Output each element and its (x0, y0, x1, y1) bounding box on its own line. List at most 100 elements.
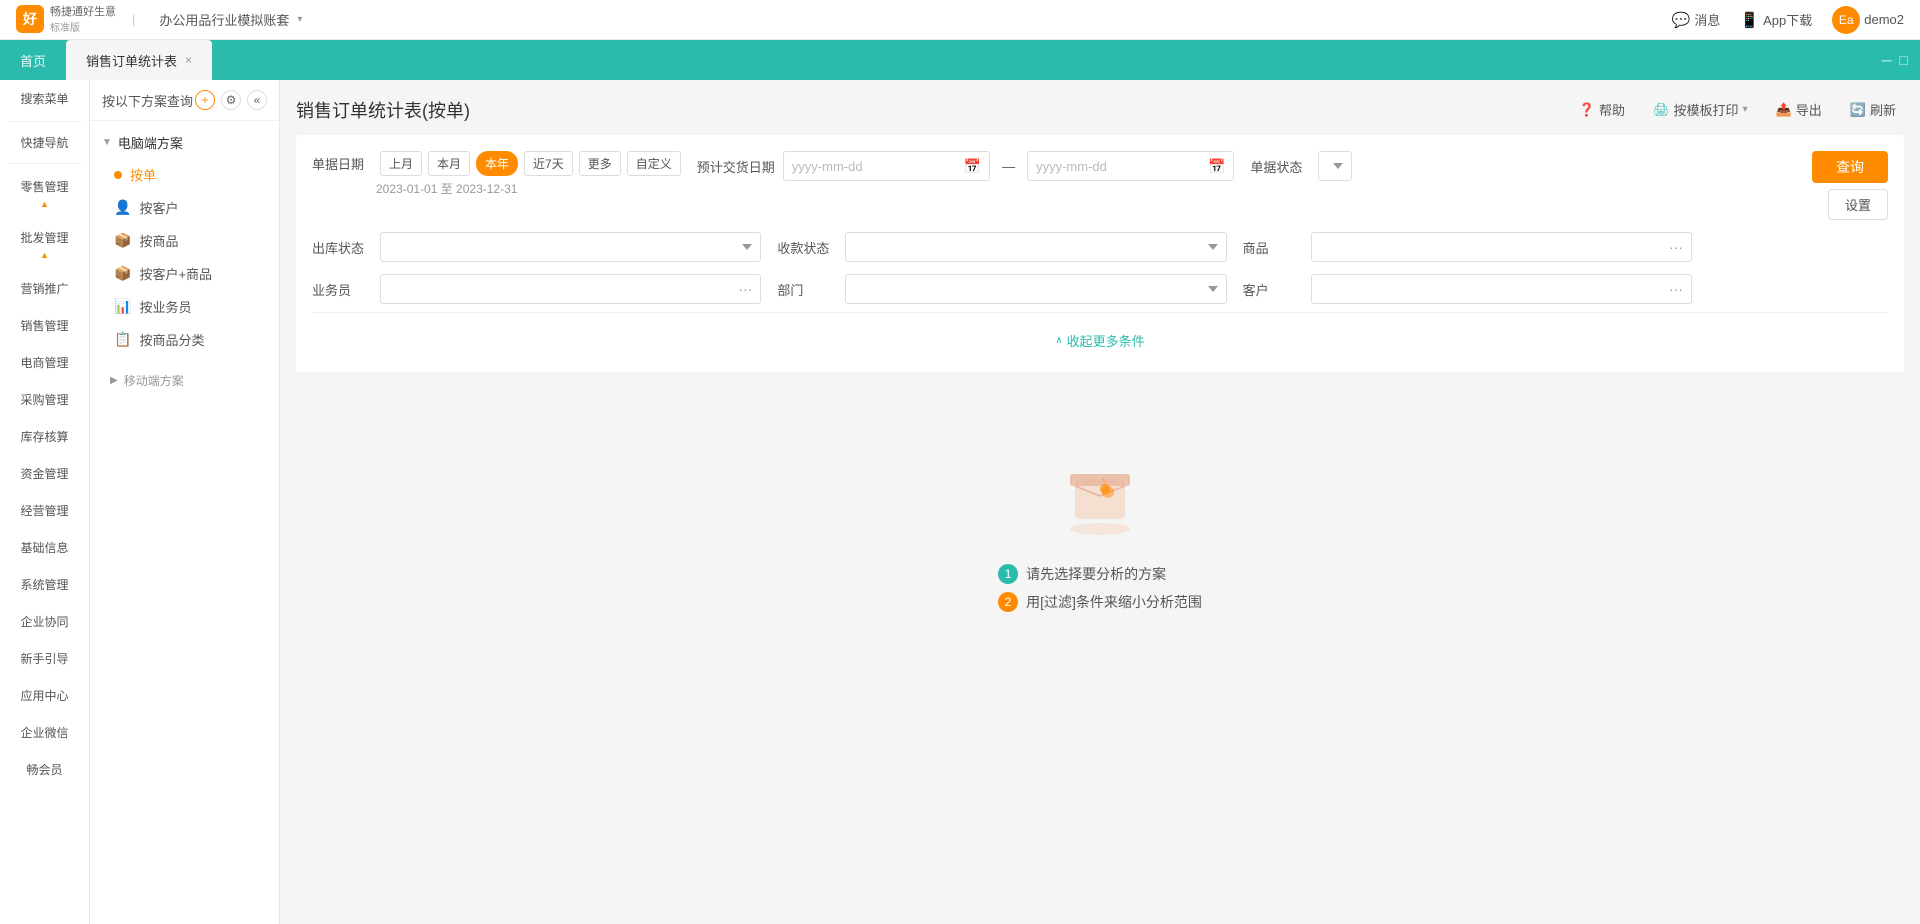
filter-area: 单据日期 上月 本月 本年 近7天 更多 自定义 2023-01-0 (296, 135, 1904, 372)
scheme-mobile-section-title[interactable]: ▶ 移动端方案 (90, 366, 279, 395)
date-btn-custom[interactable]: 自定义 (627, 151, 681, 176)
payment-status-select[interactable] (845, 232, 1226, 262)
message-btn[interactable]: 💬 消息 (1672, 10, 1721, 29)
goods-dots[interactable]: ··· (1669, 239, 1683, 255)
help-btn[interactable]: ❓ 帮助 (1571, 96, 1633, 123)
scheme-item-by-salesman[interactable]: 📊 按业务员 (90, 290, 279, 323)
sidebar-item-inventory[interactable]: 库存核算 (0, 418, 89, 455)
date-btn-more[interactable]: 更多 (579, 151, 621, 176)
scheme-mobile-section: ▶ 移动端方案 (90, 366, 279, 395)
sidebar-item-guide[interactable]: 新手引导 (0, 640, 89, 677)
sidebar-item-system[interactable]: 系统管理 (0, 566, 89, 603)
tab-home[interactable]: 首页 (0, 40, 66, 80)
sidebar-divider-1 (8, 121, 81, 122)
salesman-input-wrap[interactable]: ··· (380, 274, 761, 304)
scheme-item-by-customer[interactable]: 👤 按客户 (90, 191, 279, 224)
scheme-settings-btn[interactable]: ⚙ (221, 90, 241, 110)
calendar-icon-2[interactable]: 📅 (1208, 158, 1225, 175)
scheme-add-btn[interactable]: + (195, 90, 215, 110)
customer-input-wrap[interactable]: ··· (1311, 274, 1692, 304)
system-title-dropdown-icon[interactable]: ▾ (297, 14, 302, 25)
sidebar-item-wechat[interactable]: 企业微信 (0, 714, 89, 751)
sidebar-item-purchase-label: 采购管理 (20, 391, 68, 408)
sidebar-item-finance[interactable]: 资金管理 (0, 455, 89, 492)
collapse-btn[interactable]: ∧ 收起更多条件 (1039, 325, 1160, 356)
sidebar-item-enterprise[interactable]: 企业协同 (0, 603, 89, 640)
print-btn[interactable]: 🖨 按模板打印 ▾ (1645, 96, 1756, 123)
date-btn-this-year[interactable]: 本年 (476, 151, 518, 176)
customer-dots[interactable]: ··· (1669, 281, 1683, 297)
date-filter-group: 单据日期 上月 本月 本年 近7天 更多 自定义 2023-01-0 (312, 151, 681, 197)
salesman-label: 业务员 (312, 280, 372, 299)
date-btn-last7[interactable]: 近7天 (524, 151, 573, 176)
maximize-icon[interactable]: □ (1900, 52, 1908, 68)
customer-label: 客户 (1243, 280, 1303, 299)
app-label: App下载 (1763, 10, 1812, 29)
sidebar-item-ecommerce[interactable]: 电商管理 (0, 344, 89, 381)
goods-filter: 商品 ··· (1243, 232, 1692, 262)
tab-sales-order-summary[interactable]: 销售订单统计表 × (66, 40, 212, 80)
sidebar-quick-nav[interactable]: 快捷导航 (0, 126, 89, 159)
print-label: 按模板打印 (1674, 100, 1739, 119)
expected-date-to-input[interactable] (1036, 159, 1204, 174)
expected-date-to[interactable]: 📅 (1027, 151, 1234, 181)
scheme-item-by-order[interactable]: 按单 (90, 158, 279, 191)
scheme-item-by-customer-goods[interactable]: 📦 按客户+商品 (90, 257, 279, 290)
scheme-item-by-goods-label: 按商品 (139, 231, 178, 250)
refresh-btn[interactable]: 🔄 刷新 (1842, 96, 1904, 123)
scheme-item-by-goods-category[interactable]: 📋 按商品分类 (90, 323, 279, 356)
user-menu[interactable]: Ea demo2 (1832, 6, 1904, 34)
department-label: 部门 (777, 280, 837, 299)
sidebar-item-member-label: 畅会员 (26, 761, 62, 778)
salesman-dots[interactable]: ··· (738, 281, 752, 297)
scheme-pc-section-title[interactable]: ▼ 电脑端方案 (90, 127, 279, 158)
sidebar-item-basic[interactable]: 基础信息 (0, 529, 89, 566)
sidebar-item-retail[interactable]: 零售管理 ▲ (0, 168, 89, 219)
sidebar-item-operations[interactable]: 经营管理 (0, 492, 89, 529)
department-select[interactable] (845, 274, 1226, 304)
sidebar-item-marketing[interactable]: 营销推广 (0, 270, 89, 307)
scheme-pc-section: ▼ 电脑端方案 按单 👤 按客户 📦 按商品 📦 按客户+商品 (90, 121, 279, 362)
payment-status-label: 收款状态 (777, 238, 837, 257)
expected-date-filter: 预计交货日期 📅 — 📅 (697, 151, 1235, 181)
filter-row-2: 出库状态 收款状态 商品 ··· (312, 232, 1888, 262)
app-download-btn[interactable]: 📱 App下载 (1740, 10, 1812, 29)
sidebar-item-retail-label: 零售管理 (20, 178, 68, 195)
sidebar: 搜索菜单 快捷导航 零售管理 ▲ 批发管理 ▲ 营销推广 销售管理 电商管理 采… (0, 80, 90, 924)
delivery-status-label: 出库状态 (312, 238, 372, 257)
message-icon: 💬 (1672, 11, 1691, 29)
main-layout: 搜索菜单 快捷导航 零售管理 ▲ 批发管理 ▲ 营销推广 销售管理 电商管理 采… (0, 80, 1920, 924)
payment-status-filter: 收款状态 (777, 232, 1226, 262)
scheme-collapse-btn[interactable]: « (247, 90, 267, 110)
query-btn[interactable]: 查询 (1812, 151, 1888, 183)
date-btn-this-month[interactable]: 本月 (428, 151, 470, 176)
sidebar-item-member[interactable]: 畅会员 (0, 751, 89, 788)
sidebar-search-menu[interactable]: 搜索菜单 (0, 80, 89, 117)
sidebar-item-apps[interactable]: 应用中心 (0, 677, 89, 714)
collapse-icon: ∧ (1055, 335, 1062, 346)
print-dropdown-icon[interactable]: ▾ (1743, 104, 1748, 115)
content-area: 按以下方案查询 + ⚙ « ▼ 电脑端方案 按单 👤 按客户 (90, 80, 1920, 924)
sidebar-item-operations-label: 经营管理 (20, 502, 68, 519)
step-num-2: 2 (998, 592, 1018, 612)
expected-date-from[interactable]: 📅 (783, 151, 990, 181)
goods-input-wrap[interactable]: ··· (1311, 232, 1692, 262)
scheme-panel-header: 按以下方案查询 + ⚙ « (90, 80, 279, 121)
date-btn-last-month[interactable]: 上月 (380, 151, 422, 176)
step-2-text: 用[过滤]条件来缩小分析范围 (1026, 592, 1202, 612)
sidebar-item-sales[interactable]: 销售管理 (0, 307, 89, 344)
minimize-icon[interactable]: ─ (1882, 52, 1892, 68)
empty-state: 1 请先选择要分析的方案 2 用[过滤]条件来缩小分析范围 (296, 384, 1904, 672)
export-btn[interactable]: 📤 导出 (1768, 96, 1830, 123)
empty-illustration (1050, 444, 1150, 544)
sidebar-item-purchase[interactable]: 采购管理 (0, 381, 89, 418)
delivery-status-select[interactable] (380, 232, 761, 262)
expected-date-from-input[interactable] (792, 159, 960, 174)
tab-close-btn[interactable]: × (185, 53, 192, 67)
status-select[interactable] (1318, 151, 1352, 181)
page-title-actions: ❓ 帮助 🖨 按模板打印 ▾ 📤 导出 🔄 刷新 (1571, 96, 1904, 123)
sidebar-item-wholesale[interactable]: 批发管理 ▲ (0, 219, 89, 270)
settings-btn[interactable]: 设置 (1828, 189, 1888, 220)
scheme-item-by-goods[interactable]: 📦 按商品 (90, 224, 279, 257)
calendar-icon-1[interactable]: 📅 (964, 158, 981, 175)
